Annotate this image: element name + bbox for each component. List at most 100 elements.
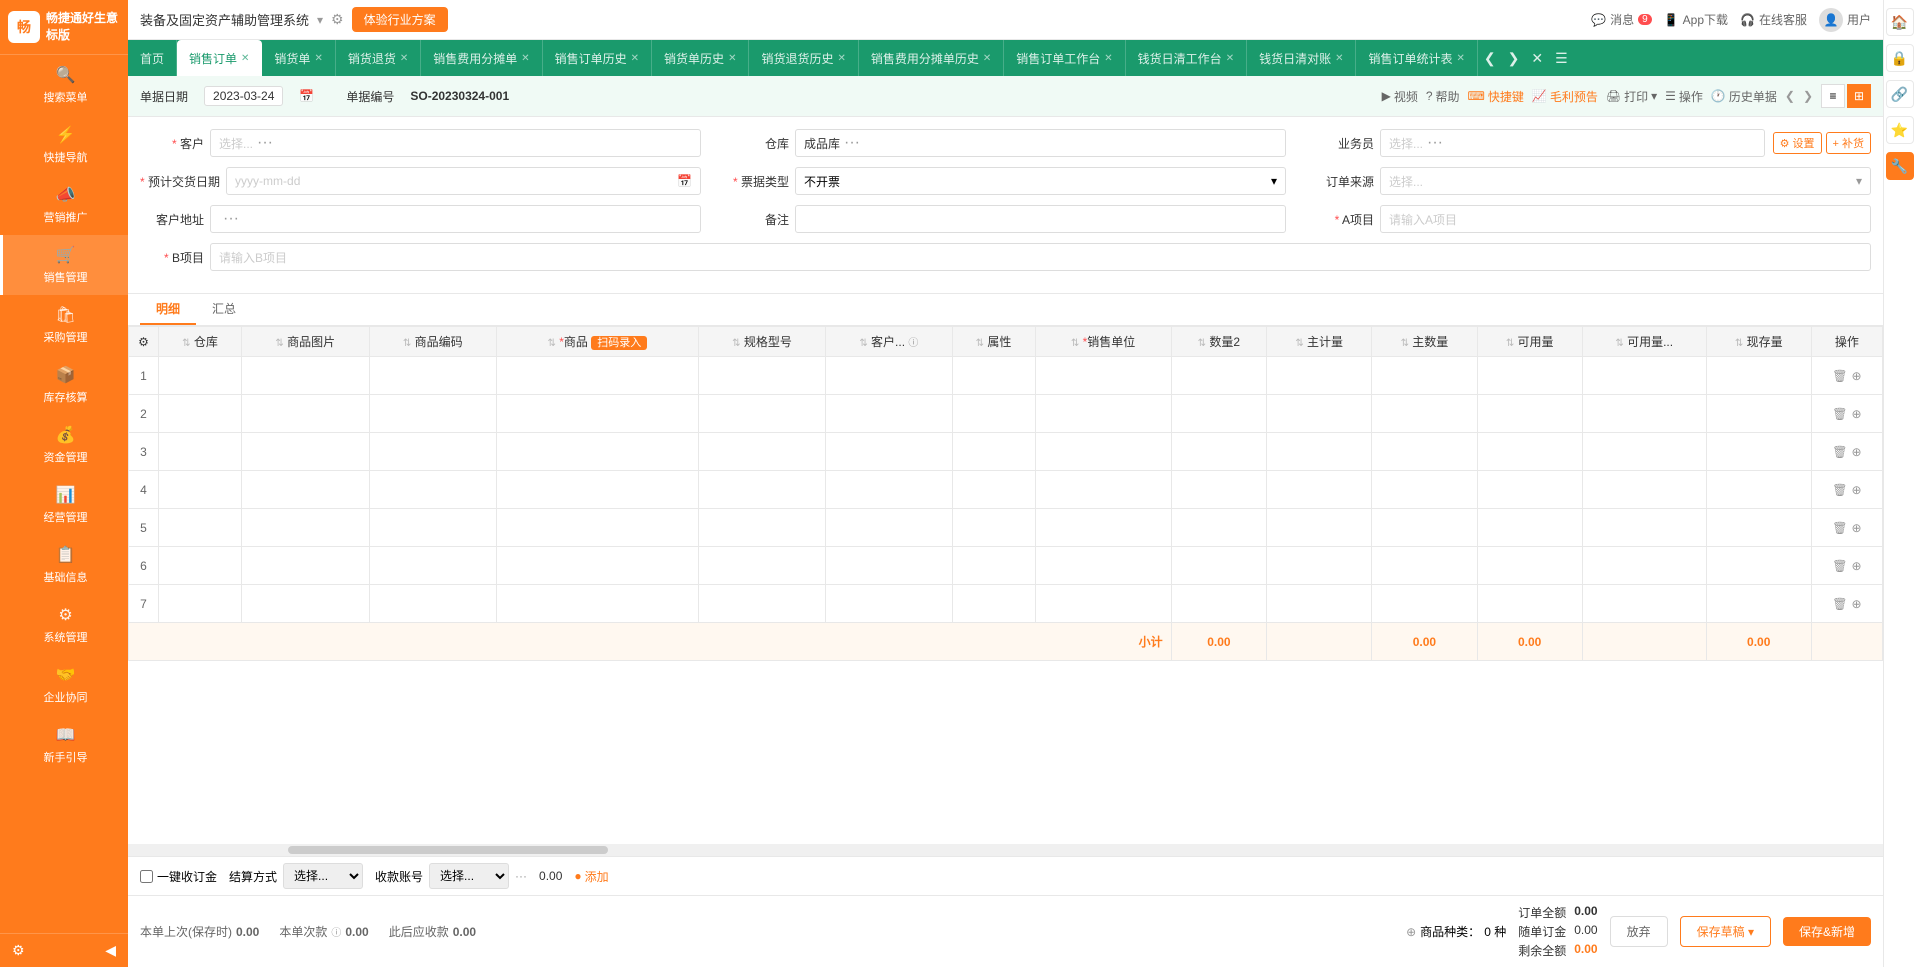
help-action[interactable]: ? 帮助 [1426,88,1460,105]
tab-close-icon[interactable]: ✕ [400,53,408,64]
copy-icon[interactable]: ⊕ [1852,597,1862,611]
cell-available2[interactable] [1582,509,1706,547]
cell-qty2[interactable] [1171,509,1266,547]
sidebar-item-enterprise[interactable]: 🤝 企业协同 [0,655,128,715]
scroll-thumb[interactable] [288,846,608,854]
cell-stock[interactable] [1706,547,1811,585]
right-panel-link-icon[interactable]: 🔗 [1886,80,1914,108]
sidebar-item-sales[interactable]: 🛒 销售管理 [0,235,128,295]
cell-unit[interactable] [1035,585,1171,623]
cell-main-unit[interactable] [1267,547,1372,585]
cell-attributes[interactable] [952,357,1035,395]
tab-reconcile[interactable]: 钱货日清对账 ✕ [1247,40,1356,76]
tab-return[interactable]: 销货退货 ✕ [336,40,421,76]
notification-item[interactable]: 💬 消息 9 [1591,11,1652,28]
cell-warehouse[interactable] [159,433,242,471]
sidebar-item-marketing[interactable]: 📣 营销推广 [0,175,128,235]
calendar-icon[interactable]: 📅 [299,89,314,103]
tab-close-icon[interactable]: ✕ [631,53,639,64]
cell-unit[interactable] [1035,395,1171,433]
cell-warehouse[interactable] [159,509,242,547]
scan-header-btn[interactable]: 扫码录入 [591,336,647,350]
tab-stats[interactable]: 销售订单统计表 ✕ [1356,40,1477,76]
cell-customer-code[interactable] [826,357,952,395]
salesperson-input[interactable]: 选择... ··· [1380,129,1765,157]
cell-unit[interactable] [1035,471,1171,509]
copy-icon[interactable]: ⊕ [1852,445,1862,459]
tab-order-history[interactable]: 销售订单历史 ✕ [543,40,652,76]
a-project-input[interactable]: 请输入A项目 [1380,205,1871,233]
cell-warehouse[interactable] [159,585,242,623]
cell-code[interactable] [369,395,497,433]
tab-sales-slip[interactable]: 销货单 ✕ [262,40,335,76]
cell-main-qty[interactable] [1372,585,1477,623]
tab-close-icon[interactable]: ✕ [728,53,736,64]
delete-icon[interactable]: 🗑 [1832,559,1847,573]
tab-close-icon[interactable]: ✕ [241,53,249,64]
col-settings[interactable]: ⚙ [129,327,159,357]
cell-attributes[interactable] [952,547,1035,585]
address-input[interactable]: ··· [210,205,701,233]
delivery-input[interactable]: yyyy-mm-dd 📅 [226,167,701,195]
cell-product[interactable] [497,547,699,585]
delete-icon[interactable]: 🗑 [1832,369,1847,383]
cell-customer-code[interactable] [826,547,952,585]
cell-attributes[interactable] [952,509,1035,547]
app-download-item[interactable]: 📱 App下载 [1664,11,1728,28]
delete-icon[interactable]: 🗑 [1832,597,1847,611]
collapse-icon[interactable]: ◀ [105,942,116,959]
shortcut-action[interactable]: ⌨ 快捷键 [1468,88,1524,105]
cell-attributes[interactable] [952,585,1035,623]
cell-warehouse[interactable] [159,357,242,395]
list-view-btn[interactable]: ≡ [1821,84,1845,108]
cell-stock[interactable] [1706,509,1811,547]
print-action[interactable]: 🖨 打印 ▾ [1606,88,1657,105]
cell-main-unit[interactable] [1267,509,1372,547]
customer-input[interactable]: 选择... ··· [210,129,701,157]
tab-close-icon[interactable]: ✕ [521,53,529,64]
warehouse-input[interactable]: 成品库 ··· [795,129,1286,157]
sidebar-item-system[interactable]: ⚙ 系统管理 [0,595,128,655]
one-click-checkbox[interactable]: 一键收订金 [140,868,217,885]
settings-bottom-icon[interactable]: ⚙ [12,942,25,959]
cell-available[interactable] [1477,471,1582,509]
cell-main-unit[interactable] [1267,585,1372,623]
history-action[interactable]: 🕐 历史单据 [1711,88,1777,105]
cell-warehouse[interactable] [159,471,242,509]
cell-main-unit[interactable] [1267,395,1372,433]
view-action[interactable]: ▶ 视频 [1382,88,1418,105]
cell-available[interactable] [1477,585,1582,623]
one-click-input[interactable] [140,870,153,883]
cell-customer-code[interactable] [826,471,952,509]
cell-code[interactable] [369,471,497,509]
discard-btn[interactable]: 放弃 [1610,916,1668,947]
cell-main-qty[interactable] [1372,509,1477,547]
cell-product[interactable] [497,509,699,547]
cell-stock[interactable] [1706,585,1811,623]
right-panel-star-icon[interactable]: ⭐ [1886,116,1914,144]
delete-icon[interactable]: 🗑 [1832,483,1847,497]
copy-icon[interactable]: ⊕ [1852,369,1862,383]
cell-available[interactable] [1477,395,1582,433]
prev-record-icon[interactable]: ❮ [1785,89,1795,103]
cell-main-qty[interactable] [1372,357,1477,395]
next-record-icon[interactable]: ❯ [1803,89,1813,103]
cell-qty2[interactable] [1171,395,1266,433]
cell-attributes[interactable] [952,471,1035,509]
tab-summary[interactable]: 汇总 [196,294,252,325]
cell-available2[interactable] [1582,357,1706,395]
note-input[interactable] [795,205,1286,233]
save-new-btn[interactable]: 保存&新增 [1783,917,1871,946]
delete-icon[interactable]: 🗑 [1832,407,1847,421]
cell-code[interactable] [369,547,497,585]
tab-close-icon[interactable]: ✕ [1457,53,1465,64]
tab-sales-order[interactable]: 销售订单 ✕ [177,40,262,76]
cell-product[interactable] [497,395,699,433]
cell-available[interactable] [1477,433,1582,471]
cell-main-qty[interactable] [1372,471,1477,509]
cell-spec[interactable] [698,471,826,509]
cell-unit[interactable] [1035,357,1171,395]
cell-stock[interactable] [1706,433,1811,471]
copy-icon[interactable]: ⊕ [1852,407,1862,421]
right-panel-tool-icon[interactable]: 🔧 [1886,152,1914,180]
